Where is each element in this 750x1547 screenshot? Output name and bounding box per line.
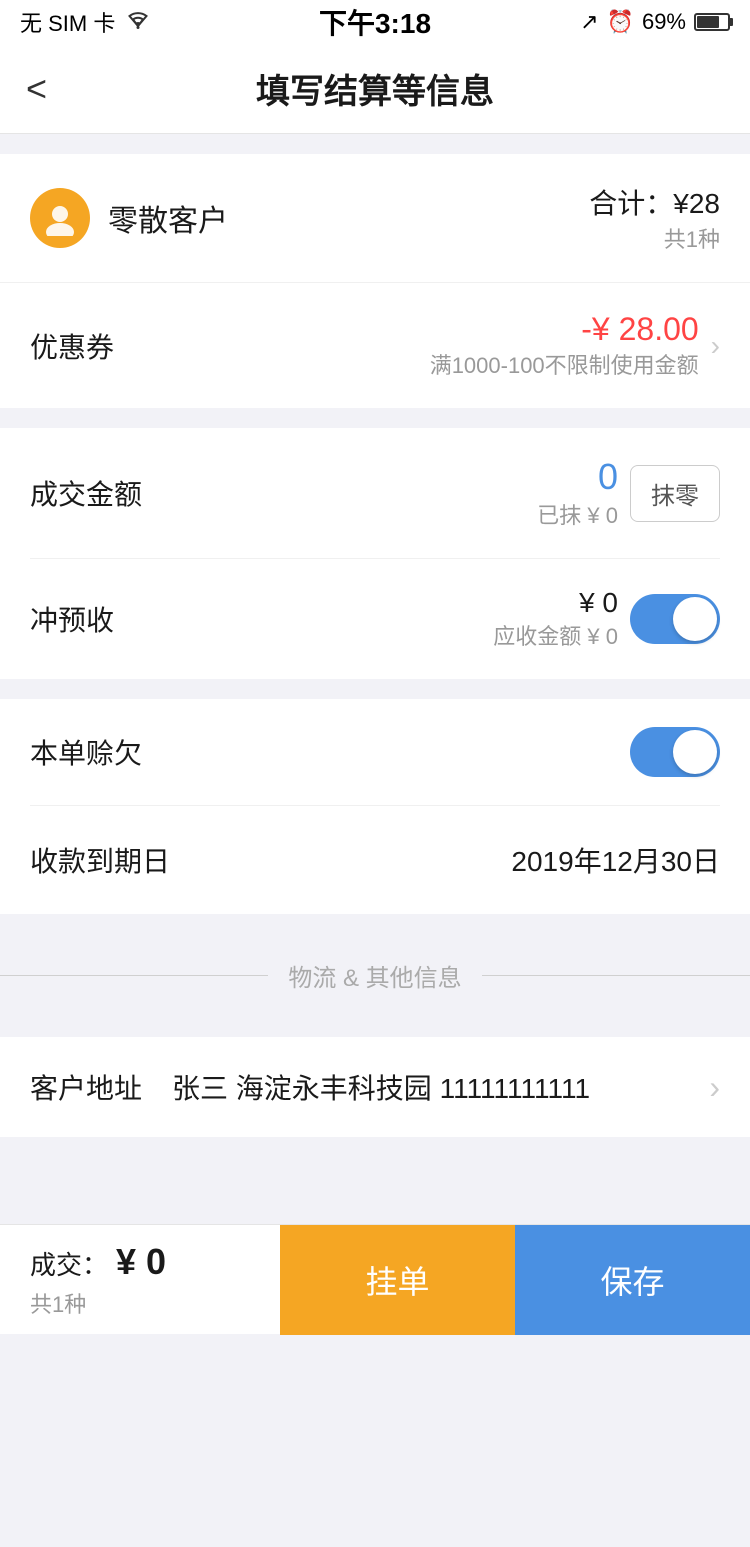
bottom-bar: 成交： ¥ 0 共1种 挂单 保存: [0, 1224, 750, 1334]
transaction-sub: 已抹 ¥ 0: [537, 498, 618, 530]
pre-receipt-toggle[interactable]: [630, 594, 720, 644]
customer-name: 零散客户: [108, 196, 228, 240]
location-icon: ↗: [580, 9, 598, 35]
due-date-value: 2019年12月30日: [511, 840, 720, 880]
customer-total: 合计：¥28: [589, 182, 720, 222]
pre-receipt-label: 冲预收: [30, 599, 114, 639]
coupon-amount: -¥ 28.00: [430, 311, 699, 348]
debt-toggle[interactable]: [630, 727, 720, 777]
save-button[interactable]: 保存: [515, 1225, 750, 1335]
coupon-row[interactable]: 优惠券 -¥ 28.00 满1000-100不限制使用金额 ›: [30, 283, 720, 408]
logistics-sep-text: 物流 & 其他信息: [288, 958, 461, 993]
sep-line-left: [0, 975, 268, 976]
chevron-right-icon: ›: [711, 330, 720, 362]
battery-text: 69%: [642, 9, 686, 35]
status-time: 下午3:18: [319, 2, 431, 42]
debt-toggle-knob: [673, 730, 717, 774]
nav-bar: < 填写结算等信息: [0, 44, 750, 134]
coupon-right: -¥ 28.00 满1000-100不限制使用金额 ›: [430, 311, 720, 380]
pre-receipt-row: 冲预收 ¥ 0 应收金额 ¥ 0: [30, 559, 720, 679]
logistics-separator: 物流 & 其他信息: [0, 934, 750, 1017]
toggle-knob: [673, 597, 717, 641]
carrier-text: 无 SIM 卡: [20, 6, 115, 38]
pre-receipt-right: ¥ 0 应收金额 ¥ 0: [493, 587, 720, 651]
coupon-value: -¥ 28.00 满1000-100不限制使用金额: [430, 311, 699, 380]
address-row[interactable]: 客户地址 张三 海淀永丰科技园 11111111111 ›: [0, 1037, 750, 1137]
transaction-value-group: 0 已抹 ¥ 0: [537, 456, 618, 530]
customer-summary: 合计：¥28 共1种: [589, 182, 720, 254]
alarm-icon: ⏰: [607, 9, 634, 35]
pre-receipt-amount: ¥ 0: [493, 587, 618, 619]
bottom-deal-amount: ¥ 0: [116, 1241, 166, 1283]
status-bar: 无 SIM 卡 下午3:18 ↗ ⏰ 69%: [0, 0, 750, 44]
customer-count: 共1种: [589, 222, 720, 254]
transaction-section: 成交金额 0 已抹 ¥ 0 抹零 冲预收 ¥ 0 应收金额 ¥ 0: [0, 428, 750, 679]
bottom-info: 成交： ¥ 0 共1种: [0, 1241, 280, 1319]
due-date-row[interactable]: 收款到期日 2019年12月30日: [30, 806, 720, 914]
transaction-row: 成交金额 0 已抹 ¥ 0 抹零: [30, 428, 720, 559]
transaction-label: 成交金额: [30, 473, 142, 513]
bottom-deal-label: 成交：: [30, 1245, 108, 1282]
sep-line-right: [482, 975, 750, 976]
due-date-label: 收款到期日: [30, 840, 170, 880]
transaction-amount-input[interactable]: 0: [538, 456, 618, 498]
customer-left: 零散客户: [30, 188, 228, 248]
back-button[interactable]: <: [26, 68, 47, 110]
debt-label: 本单赊欠: [30, 732, 142, 772]
wifi-icon: [125, 8, 151, 36]
bottom-deal-row: 成交： ¥ 0: [30, 1241, 250, 1283]
pre-receipt-sub: 应收金额 ¥ 0: [493, 619, 618, 651]
debt-section: 本单赊欠 收款到期日 2019年12月30日: [0, 699, 750, 914]
transaction-right: 0 已抹 ¥ 0 抹零: [537, 456, 720, 530]
round-down-button[interactable]: 抹零: [630, 465, 720, 522]
debt-row: 本单赊欠: [30, 699, 720, 806]
page-title: 填写结算等信息: [256, 64, 494, 113]
pre-receipt-values: ¥ 0 应收金额 ¥ 0: [493, 587, 618, 651]
coupon-label: 优惠券: [30, 326, 114, 366]
coupon-section: 优惠券 -¥ 28.00 满1000-100不限制使用金额 ›: [0, 283, 750, 408]
pending-button[interactable]: 挂单: [280, 1225, 515, 1335]
coupon-desc: 满1000-100不限制使用金额: [430, 348, 699, 380]
status-right: ↗ ⏰ 69%: [580, 9, 730, 35]
address-value: 张三 海淀永丰科技园 11111111111: [172, 1067, 699, 1107]
status-left: 无 SIM 卡: [20, 6, 151, 38]
battery-icon: [694, 13, 730, 31]
address-label: 客户地址: [30, 1067, 142, 1107]
customer-row: 零散客户 合计：¥28 共1种: [0, 154, 750, 282]
address-chevron-icon: ›: [709, 1069, 720, 1106]
avatar: [30, 188, 90, 248]
bottom-deal-count: 共1种: [30, 1287, 250, 1319]
